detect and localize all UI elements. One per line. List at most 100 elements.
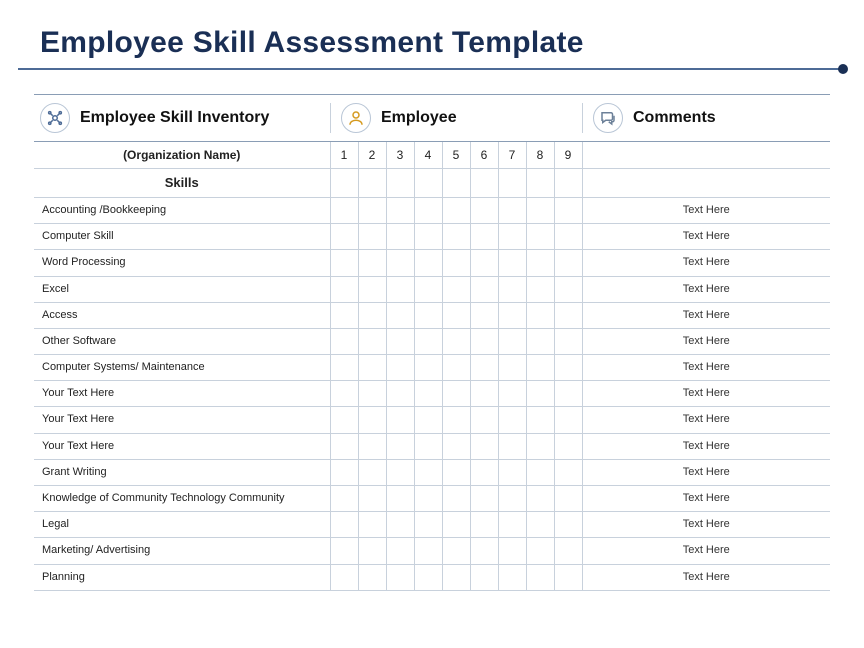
comment-cell: Text Here	[582, 512, 830, 538]
rating-cell	[526, 538, 554, 564]
rating-cell	[526, 381, 554, 407]
comment-cell: Text Here	[582, 381, 830, 407]
rating-cell	[358, 250, 386, 276]
comment-cell: Text Here	[582, 224, 830, 250]
rating-cell	[470, 407, 498, 433]
rating-cell	[386, 224, 414, 250]
rating-cell	[554, 459, 582, 485]
table-row: Excel Text Here	[34, 276, 830, 302]
header-employee-label: Employee	[381, 109, 457, 127]
header-comments: Comments	[582, 103, 830, 133]
rating-cell	[414, 250, 442, 276]
comment-cell: Text Here	[582, 197, 830, 223]
rating-cell	[442, 302, 470, 328]
skill-cell: Computer Skill	[34, 224, 330, 250]
rating-cell	[386, 512, 414, 538]
skill-cell: Excel	[34, 276, 330, 302]
skill-cell: Accounting /Bookkeeping	[34, 197, 330, 223]
table-row: Your Text Here Text Here	[34, 433, 830, 459]
skill-cell: Legal	[34, 512, 330, 538]
rating-cell	[470, 486, 498, 512]
rating-cell	[414, 486, 442, 512]
rating-cell	[470, 433, 498, 459]
comment-cell: Text Here	[582, 486, 830, 512]
rating-cell	[498, 512, 526, 538]
rating-cell	[330, 197, 358, 223]
rating-cell	[414, 538, 442, 564]
rating-cell	[386, 433, 414, 459]
rating-cell	[526, 250, 554, 276]
skill-cell: Word Processing	[34, 250, 330, 276]
rating-cell	[386, 486, 414, 512]
rating-cell	[442, 355, 470, 381]
rating-cell	[442, 381, 470, 407]
rating-cell	[442, 512, 470, 538]
comment-cell: Text Here	[582, 407, 830, 433]
rating-cell	[358, 197, 386, 223]
rating-cell	[358, 512, 386, 538]
rating-cell	[498, 250, 526, 276]
rating-cell	[414, 276, 442, 302]
header-inventory-label: Employee Skill Inventory	[80, 109, 269, 127]
employee-col-8: 8	[526, 142, 554, 169]
rating-cell	[554, 564, 582, 590]
rating-cell	[330, 486, 358, 512]
comment-cell: Text Here	[582, 355, 830, 381]
rating-cell	[330, 433, 358, 459]
slide: Employee Skill Assessment Template Emplo…	[0, 0, 864, 648]
skills-header-row: Skills	[34, 169, 830, 198]
rating-cell	[330, 564, 358, 590]
rating-cell	[358, 407, 386, 433]
rating-cell	[526, 564, 554, 590]
comment-cell: Text Here	[582, 276, 830, 302]
page-title: Employee Skill Assessment Template	[40, 26, 846, 60]
assessment-sheet: Employee Skill Inventory Employee Com	[34, 94, 830, 591]
rating-cell	[554, 250, 582, 276]
rating-cell	[554, 407, 582, 433]
rating-cell	[330, 302, 358, 328]
comment-cell: Text Here	[582, 564, 830, 590]
rating-cell	[498, 302, 526, 328]
rating-cell	[386, 250, 414, 276]
skill-cell: Your Text Here	[34, 381, 330, 407]
rating-cell	[386, 538, 414, 564]
rating-cell	[470, 459, 498, 485]
network-icon	[40, 103, 70, 133]
table-row: PlanningText Here	[34, 564, 830, 590]
skill-cell: Your Text Here	[34, 433, 330, 459]
comment-cell: Text Here	[582, 302, 830, 328]
skills-header: Skills	[34, 169, 330, 198]
employee-col-2: 2	[358, 142, 386, 169]
table-row: Your Text HereText Here	[34, 407, 830, 433]
rating-cell	[358, 433, 386, 459]
rating-cell	[554, 486, 582, 512]
rating-cell	[442, 538, 470, 564]
rating-cell	[498, 328, 526, 354]
rating-cell	[442, 276, 470, 302]
rating-cell	[498, 459, 526, 485]
rating-cell	[554, 276, 582, 302]
skill-cell: Marketing/ Advertising	[34, 538, 330, 564]
rating-cell	[442, 459, 470, 485]
rating-cell	[414, 224, 442, 250]
skill-cell: Knowledge of Community Technology Commun…	[34, 486, 330, 512]
skill-cell: Computer Systems/ Maintenance	[34, 355, 330, 381]
rating-cell	[358, 564, 386, 590]
rating-cell	[554, 224, 582, 250]
rating-cell	[554, 302, 582, 328]
rating-cell	[470, 224, 498, 250]
rating-cell	[554, 433, 582, 459]
table-row: Other SoftwareText Here	[34, 328, 830, 354]
rating-cell	[470, 302, 498, 328]
rating-cell	[526, 407, 554, 433]
rating-cell	[358, 355, 386, 381]
rating-cell	[470, 512, 498, 538]
table-row: Accounting /Bookkeeping Text Here	[34, 197, 830, 223]
header-comments-label: Comments	[633, 109, 716, 127]
rating-cell	[442, 564, 470, 590]
rating-cell	[442, 433, 470, 459]
rating-cell	[386, 381, 414, 407]
rating-cell	[554, 381, 582, 407]
header-employee: Employee	[330, 103, 582, 133]
comment-cell: Text Here	[582, 433, 830, 459]
